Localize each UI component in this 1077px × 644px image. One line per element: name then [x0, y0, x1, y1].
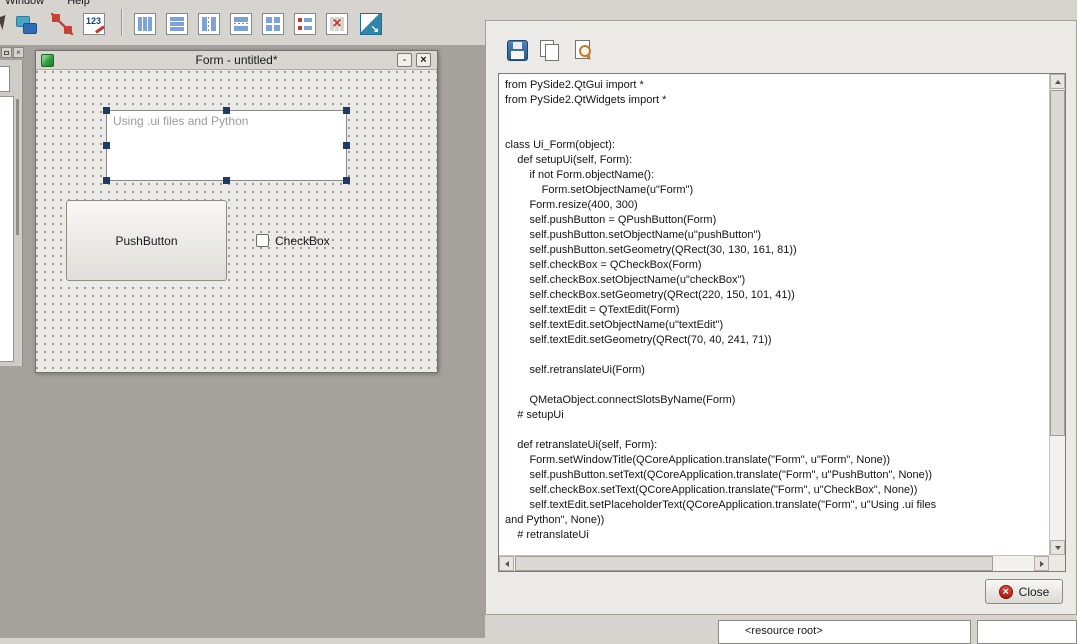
- form-minimize-button[interactable]: -: [397, 53, 412, 67]
- copy-code-button[interactable]: [537, 38, 561, 62]
- layout-splitter-horizontal-icon: [198, 13, 220, 35]
- layout-vertical-icon: [166, 13, 188, 35]
- edit-signals-slots-icon: [15, 13, 37, 35]
- right-arrow-icon: [1040, 561, 1044, 567]
- textedit-placeholder: Using .ui files and Python: [107, 111, 346, 131]
- up-arrow-icon: [1055, 80, 1061, 84]
- toolbar-button-layout-splitter-horizontal[interactable]: [197, 12, 221, 36]
- toolbar-button-layout-grid[interactable]: [261, 12, 285, 36]
- toolbar-button-adjust-size[interactable]: [359, 12, 383, 36]
- toolbar-button-layout-splitter-vertical[interactable]: [229, 12, 253, 36]
- restore-icon: [4, 51, 9, 55]
- resource-panel-stub: [977, 620, 1077, 644]
- toolbar-button-edit-tab-order[interactable]: 123: [82, 12, 106, 36]
- edit-buddies-icon: [51, 13, 73, 35]
- dock-float-button[interactable]: [1, 47, 12, 58]
- form-close-button[interactable]: ×: [416, 53, 431, 67]
- checkbox-widget[interactable]: CheckBox: [256, 220, 357, 261]
- close-button-label: Close: [1019, 585, 1050, 599]
- selection-handle-top-right[interactable]: [343, 107, 350, 114]
- resource-root-item[interactable]: <resource root>: [718, 620, 971, 644]
- tab-order-label: 123: [86, 16, 101, 26]
- magnifier-handle-icon: [585, 54, 591, 60]
- toolbar-button-layout-form[interactable]: [293, 12, 317, 36]
- edit-tab-order-icon: 123: [83, 13, 105, 35]
- toolbar-button-break-layout[interactable]: [325, 12, 349, 36]
- menu-window[interactable]: Window: [5, 0, 44, 7]
- adjust-size-icon: [360, 13, 382, 35]
- down-arrow-icon: [1055, 546, 1061, 550]
- scrollbar-corner: [1049, 555, 1065, 571]
- selection-handle-bottom-right[interactable]: [343, 177, 350, 184]
- menu-help[interactable]: Help: [67, 0, 90, 7]
- layout-form-icon: [294, 13, 316, 35]
- widget-filter-stub[interactable]: [0, 66, 10, 92]
- toolbar-button-layout-horizontal[interactable]: [133, 12, 157, 36]
- selection-handle-top-middle[interactable]: [223, 107, 230, 114]
- scroll-down-button[interactable]: [1050, 540, 1065, 555]
- code-text: from PySide2.QtGui import * from PySide2…: [499, 74, 1049, 555]
- layout-splitter-vertical-icon: [230, 13, 252, 35]
- form-window-title: Form - untitled*: [36, 53, 437, 67]
- selection-handle-top-left[interactable]: [103, 107, 110, 114]
- form-window-titlebar[interactable]: Form - untitled* - ×: [36, 51, 437, 70]
- scroll-up-button[interactable]: [1050, 74, 1065, 89]
- selection-handle-bottom-middle[interactable]: [223, 177, 230, 184]
- horizontal-scroll-thumb[interactable]: [515, 556, 993, 571]
- close-icon: [999, 585, 1013, 599]
- layout-horizontal-icon: [134, 13, 156, 35]
- selection-handle-middle-left[interactable]: [103, 142, 110, 149]
- checkbox-label: CheckBox: [275, 234, 330, 248]
- save-icon: [507, 40, 528, 61]
- selection-handle-middle-right[interactable]: [343, 142, 350, 149]
- close-dialog-button[interactable]: Close: [985, 579, 1063, 604]
- scroll-left-button[interactable]: [499, 556, 514, 571]
- toolbar-button-layout-vertical[interactable]: [165, 12, 189, 36]
- code-vertical-scrollbar[interactable]: [1049, 74, 1065, 555]
- form-designer-window: Form - untitled* - × Using .ui files and…: [35, 50, 438, 373]
- widget-list-scrollbar[interactable]: [16, 99, 19, 235]
- dock-close-button[interactable]: [13, 47, 24, 58]
- toolbar-button-edit-buddies[interactable]: [50, 12, 74, 36]
- code-horizontal-scrollbar[interactable]: [499, 555, 1049, 571]
- break-layout-icon: [326, 13, 348, 35]
- find-icon: [572, 39, 594, 61]
- edit-widgets-icon: [0, 13, 15, 35]
- python-code-dialog: from PySide2.QtGui import * from PySide2…: [485, 20, 1077, 615]
- vertical-scroll-thumb[interactable]: [1050, 90, 1065, 436]
- widget-list-stub: [0, 96, 14, 362]
- menubar: Window Help: [5, 0, 110, 7]
- layout-grid-icon: [262, 13, 284, 35]
- code-view[interactable]: from PySide2.QtGui import * from PySide2…: [498, 73, 1066, 572]
- textedit-widget[interactable]: Using .ui files and Python: [106, 110, 347, 181]
- pushbutton-widget[interactable]: PushButton: [66, 200, 227, 281]
- left-arrow-icon: [505, 561, 509, 567]
- checkbox-indicator[interactable]: [256, 234, 269, 247]
- selection-handle-bottom-left[interactable]: [103, 177, 110, 184]
- qt-designer-screen: { "colors": { "toolbar_bg": "#d7d3ce", "…: [0, 0, 1077, 638]
- toolbar-separator: [121, 9, 123, 36]
- scroll-right-button[interactable]: [1034, 556, 1049, 571]
- mdi-workspace: Form - untitled* - × Using .ui files and…: [0, 45, 485, 638]
- widget-box-panel-edge: [0, 60, 23, 366]
- find-code-button[interactable]: [571, 38, 595, 62]
- form-canvas[interactable]: Using .ui files and Python PushButton Ch…: [36, 70, 437, 372]
- toolbar-button-edit-signals-slots[interactable]: [14, 12, 38, 36]
- save-code-button[interactable]: [505, 38, 529, 62]
- resource-browser-strip: <resource root>: [485, 615, 1077, 638]
- copy-icon: [538, 39, 560, 61]
